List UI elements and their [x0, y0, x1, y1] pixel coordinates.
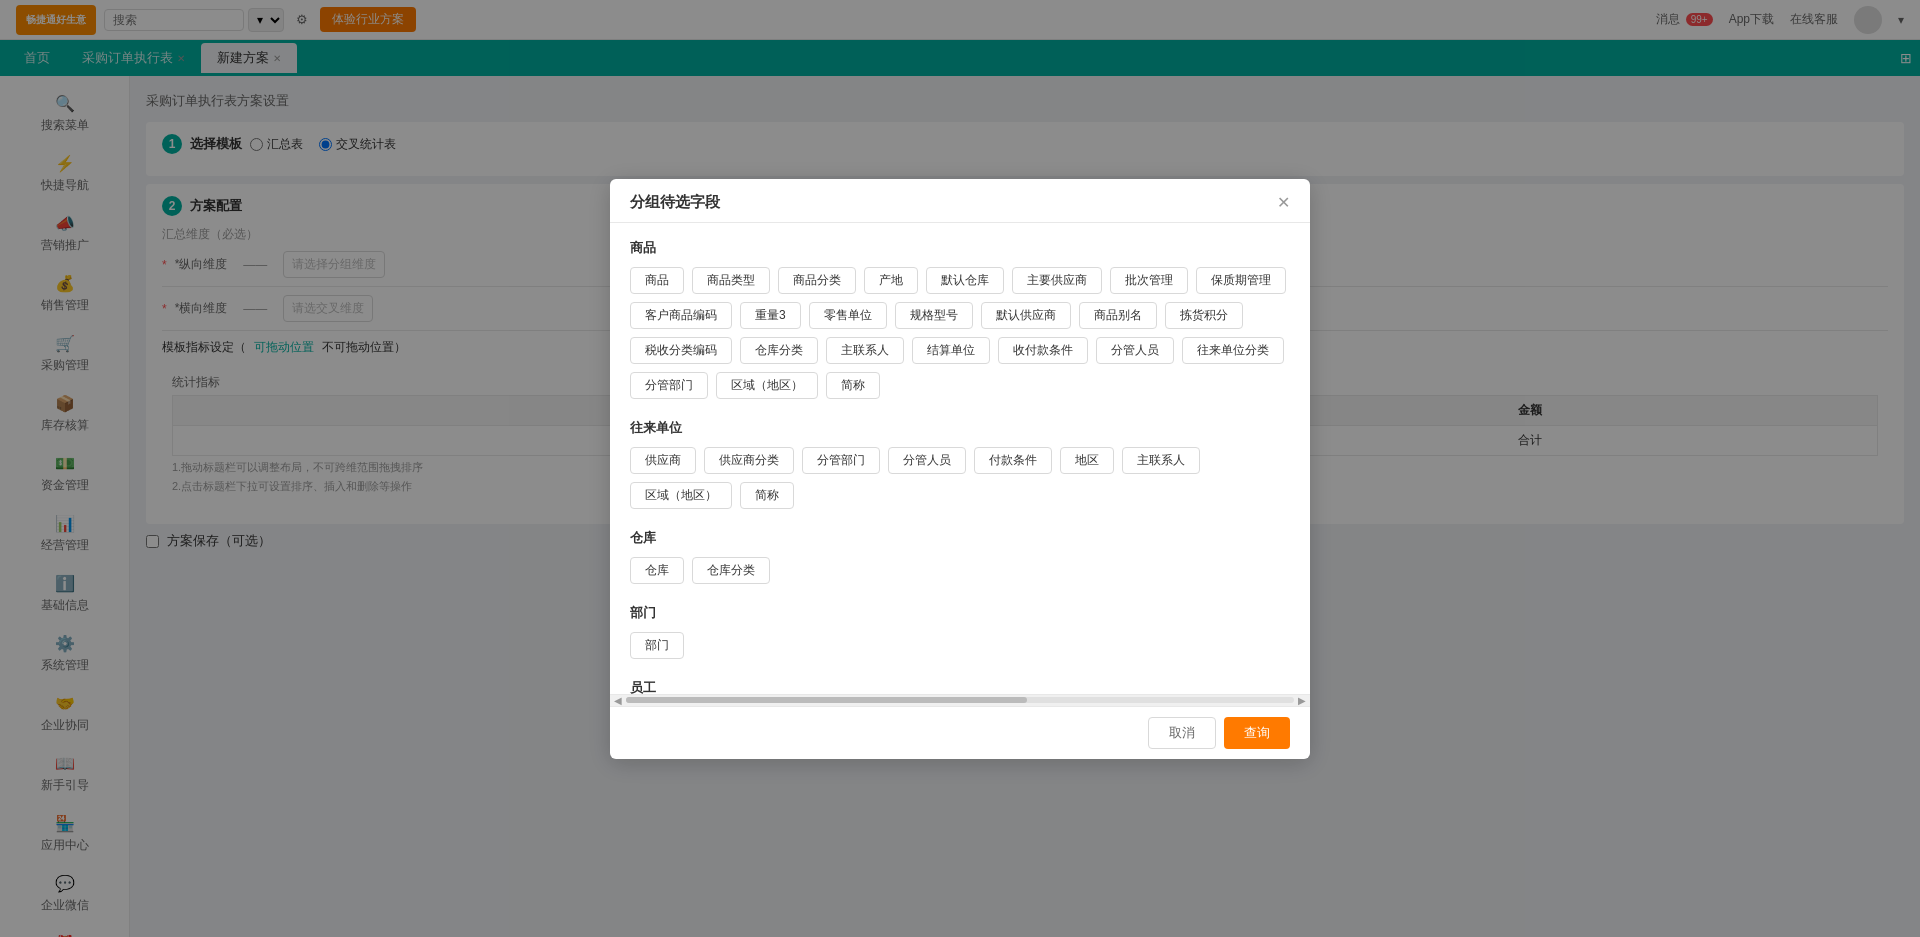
modal-hscrollbar[interactable]: ◀ ▶	[610, 694, 1310, 706]
field-tag[interactable]: 主要供应商	[1012, 267, 1102, 294]
hscroll-thumb[interactable]	[626, 697, 1027, 703]
modal-title: 分组待选字段	[630, 193, 720, 212]
field-tag[interactable]: 商品分类	[778, 267, 856, 294]
cancel-button[interactable]: 取消	[1148, 717, 1216, 749]
group-warehouse: 仓库 仓库 仓库分类	[630, 529, 1290, 584]
field-tag[interactable]: 批次管理	[1110, 267, 1188, 294]
group-goods-items: 商品 商品类型 商品分类 产地 默认仓库 主要供应商 批次管理 保质期管理 客户…	[630, 267, 1290, 399]
field-tag[interactable]: 简称	[740, 482, 794, 509]
field-tag[interactable]: 仓库分类	[740, 337, 818, 364]
group-staff-title: 员工	[630, 679, 1290, 694]
group-goods: 商品 商品 商品类型 商品分类 产地 默认仓库 主要供应商 批次管理 保质期管理…	[630, 239, 1290, 399]
group-partners-items: 供应商 供应商分类 分管部门 分管人员 付款条件 地区 主联系人 区域（地区） …	[630, 447, 1290, 509]
field-tag[interactable]: 主联系人	[826, 337, 904, 364]
group-staff: 员工 业务员	[630, 679, 1290, 694]
field-tag[interactable]: 客户商品编码	[630, 302, 732, 329]
group-goods-title: 商品	[630, 239, 1290, 257]
field-tag[interactable]: 商品别名	[1079, 302, 1157, 329]
group-dept-title: 部门	[630, 604, 1290, 622]
field-tag[interactable]: 产地	[864, 267, 918, 294]
group-warehouse-items: 仓库 仓库分类	[630, 557, 1290, 584]
field-tag[interactable]: 商品类型	[692, 267, 770, 294]
field-tag[interactable]: 区域（地区）	[630, 482, 732, 509]
group-partners: 往来单位 供应商 供应商分类 分管部门 分管人员 付款条件 地区 主联系人 区域…	[630, 419, 1290, 509]
field-tag[interactable]: 区域（地区）	[716, 372, 818, 399]
field-tag[interactable]: 零售单位	[809, 302, 887, 329]
modal-overlay: 分组待选字段 ✕ 商品 商品 商品类型 商品分类 产地 默认仓库 主要供应商 批…	[0, 0, 1920, 937]
group-dept: 部门 部门	[630, 604, 1290, 659]
field-tag[interactable]: 保质期管理	[1196, 267, 1286, 294]
modal-close-btn[interactable]: ✕	[1277, 193, 1290, 212]
field-tag[interactable]: 商品	[630, 267, 684, 294]
group-warehouse-title: 仓库	[630, 529, 1290, 547]
field-tag[interactable]: 结算单位	[912, 337, 990, 364]
field-tag[interactable]: 仓库分类	[692, 557, 770, 584]
field-tag[interactable]: 简称	[826, 372, 880, 399]
field-tag[interactable]: 供应商	[630, 447, 696, 474]
field-tag[interactable]: 税收分类编码	[630, 337, 732, 364]
modal-footer: 取消 查询	[610, 706, 1310, 759]
confirm-button[interactable]: 查询	[1224, 717, 1290, 749]
field-tag[interactable]: 主联系人	[1122, 447, 1200, 474]
field-tag[interactable]: 分管部门	[802, 447, 880, 474]
field-tag[interactable]: 供应商分类	[704, 447, 794, 474]
field-tag[interactable]: 默认供应商	[981, 302, 1071, 329]
modal-header: 分组待选字段 ✕	[610, 179, 1310, 223]
field-selection-modal: 分组待选字段 ✕ 商品 商品 商品类型 商品分类 产地 默认仓库 主要供应商 批…	[610, 179, 1310, 759]
hscroll-track[interactable]	[626, 697, 1294, 703]
field-tag[interactable]: 往来单位分类	[1182, 337, 1284, 364]
field-tag[interactable]: 重量3	[740, 302, 801, 329]
field-tag[interactable]: 分管人员	[1096, 337, 1174, 364]
field-tag[interactable]: 规格型号	[895, 302, 973, 329]
field-tag[interactable]: 拣货积分	[1165, 302, 1243, 329]
hscroll-left-arrow[interactable]: ◀	[614, 695, 622, 706]
group-partners-title: 往来单位	[630, 419, 1290, 437]
field-tag[interactable]: 地区	[1060, 447, 1114, 474]
field-tag[interactable]: 仓库	[630, 557, 684, 584]
field-tag[interactable]: 部门	[630, 632, 684, 659]
field-tag[interactable]: 收付款条件	[998, 337, 1088, 364]
field-tag[interactable]: 默认仓库	[926, 267, 1004, 294]
field-tag[interactable]: 分管人员	[888, 447, 966, 474]
group-dept-items: 部门	[630, 632, 1290, 659]
hscroll-right-arrow[interactable]: ▶	[1298, 695, 1306, 706]
field-tag[interactable]: 分管部门	[630, 372, 708, 399]
modal-body: 商品 商品 商品类型 商品分类 产地 默认仓库 主要供应商 批次管理 保质期管理…	[610, 223, 1310, 694]
field-tag[interactable]: 付款条件	[974, 447, 1052, 474]
